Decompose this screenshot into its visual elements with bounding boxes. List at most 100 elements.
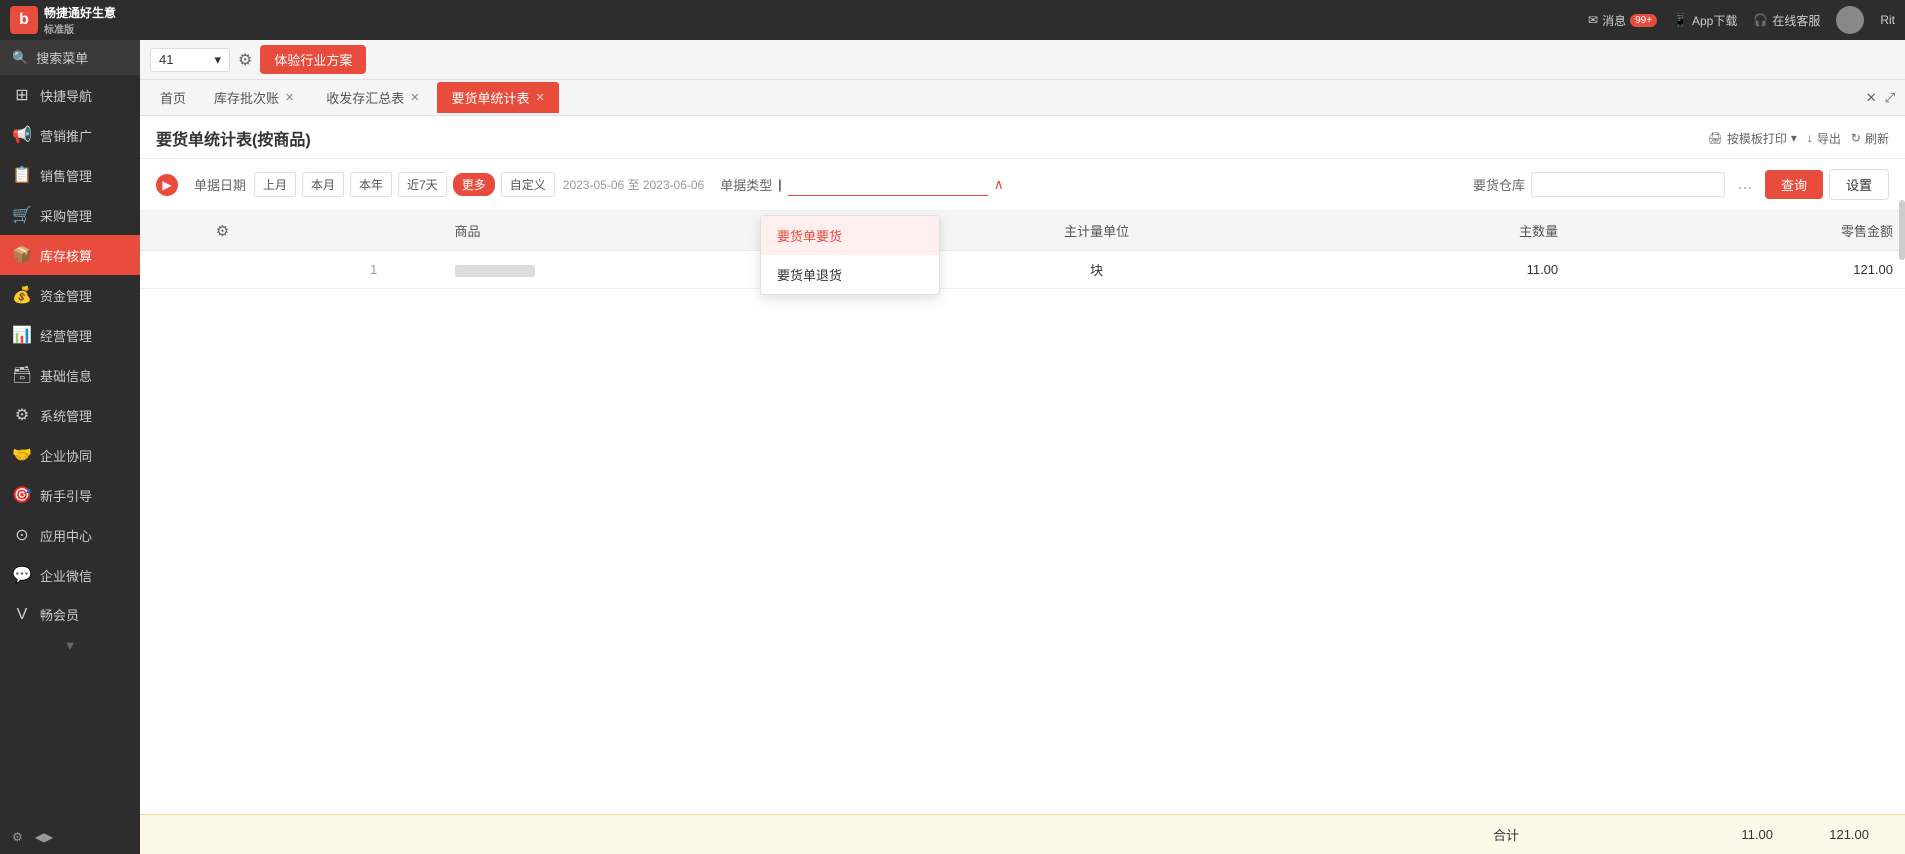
- sidebar-item-marketing[interactable]: 📢 营销推广: [0, 115, 140, 155]
- search-menu-label: 搜索菜单: [36, 48, 88, 67]
- sidebar-item-label: 经营管理: [40, 326, 92, 345]
- warehouse-filter-group: 要货仓库 … 查询 设置: [1473, 169, 1889, 200]
- table-settings-header[interactable]: ⚙: [140, 211, 305, 251]
- toolbar-row: 41 ▾ ⚙ 体验行业方案: [140, 40, 1905, 80]
- footer-label: 合计: [1433, 825, 1613, 844]
- operations-icon: 📊: [12, 325, 32, 345]
- sidebar-item-operations[interactable]: 📊 经营管理: [0, 315, 140, 355]
- custom-date-button[interactable]: 自定义: [501, 172, 555, 197]
- sidebar: 🔍 搜索菜单 ⊞ 快捷导航 📢 营销推广 📋 销售管理 🛒 采购管理 📦 库存核…: [0, 40, 140, 854]
- sidebar-item-inventory[interactable]: 📦 库存核算: [0, 235, 140, 275]
- curr-month-button[interactable]: 本月: [302, 172, 344, 197]
- product-placeholder: [455, 265, 535, 277]
- sidebar-item-enterprise[interactable]: 🤝 企业协同: [0, 435, 140, 475]
- doc-type-input[interactable]: [788, 174, 988, 196]
- settings-button[interactable]: 设置: [1829, 169, 1889, 200]
- date-filter-group: 单据日期 上月 本月 本年 近7天 更多 自定义 2023-05-06 至 20…: [194, 172, 704, 197]
- doc-type-chevron-icon[interactable]: ∧: [994, 176, 1004, 193]
- purchase-icon: 🛒: [12, 205, 32, 225]
- sidebar-item-label: 采购管理: [40, 206, 92, 225]
- sidebar-item-app-center[interactable]: ⊙ 应用中心: [0, 515, 140, 555]
- sidebar-item-label: 应用中心: [40, 526, 92, 545]
- row-settings-icon: [140, 251, 305, 289]
- prev-month-button[interactable]: 上月: [254, 172, 296, 197]
- doc-type-filter-group: 单据类型 | ∧: [720, 174, 1004, 196]
- year-button[interactable]: 本年: [350, 172, 392, 197]
- tab-receive-summary[interactable]: 收发存汇总表 ✕: [312, 82, 433, 113]
- tab-close-order-summary[interactable]: ✕: [536, 91, 545, 104]
- sidebar-item-label: 快捷导航: [40, 86, 92, 105]
- print-icon: 🖨: [1708, 131, 1723, 145]
- logo-icon: b: [10, 6, 38, 34]
- row-num: 1: [305, 251, 443, 289]
- sidebar-scroll-down[interactable]: ▼: [0, 634, 140, 657]
- online-service-button[interactable]: 🎧 在线客服: [1753, 12, 1820, 29]
- sidebar-item-guide[interactable]: 🎯 新手引导: [0, 475, 140, 515]
- sidebar-item-sales[interactable]: 📋 销售管理: [0, 155, 140, 195]
- more-filter-icon[interactable]: …: [1731, 174, 1759, 196]
- sidebar-item-quick-nav[interactable]: ⊞ 快捷导航: [0, 75, 140, 115]
- sidebar-item-label: 新手引导: [40, 486, 92, 505]
- sidebar-item-label: 营销推广: [40, 126, 92, 145]
- username: Rit: [1880, 13, 1895, 27]
- settings-icon[interactable]: ⚙: [12, 830, 23, 844]
- messages-button[interactable]: ✉ 消息 99+: [1588, 12, 1657, 29]
- tabs-close-all-icon[interactable]: ✕: [1866, 90, 1877, 106]
- tab-order-summary[interactable]: 要货单统计表 ✕: [437, 82, 558, 113]
- tab-inventory-batch[interactable]: 库存批次账 ✕: [200, 82, 308, 113]
- sidebar-item-label: 畅会员: [40, 605, 79, 624]
- query-button[interactable]: 查询: [1765, 170, 1823, 199]
- app-center-icon: ⊙: [12, 525, 32, 545]
- print-template-button[interactable]: 🖨 按模板打印 ▾: [1708, 130, 1797, 147]
- avatar[interactable]: [1836, 6, 1864, 34]
- page-header: 要货单统计表(按商品) 🖨 按模板打印 ▾ ↓ 导出 ↻ 刷新: [140, 116, 1905, 159]
- footer-quantity: 11.00: [1613, 827, 1813, 842]
- table-container: ⚙ 商品 主计量单位 主数量 零售金额 1: [140, 211, 1905, 814]
- export-icon: ↓: [1807, 131, 1813, 145]
- row-amount: 121.00: [1570, 251, 1905, 289]
- dropdown-option-order-ret[interactable]: 要货单退货: [761, 255, 939, 294]
- promote-button[interactable]: 体验行业方案: [260, 45, 366, 74]
- search-menu-button[interactable]: 🔍 搜索菜单: [0, 40, 140, 75]
- dropdown-option-order-req[interactable]: 要货单要货: [761, 216, 939, 255]
- 7days-button[interactable]: 近7天: [398, 172, 447, 197]
- sidebar-item-system[interactable]: ⚙ 系统管理: [0, 395, 140, 435]
- sidebar-footer: ⚙ ◀▶: [0, 820, 140, 854]
- app-download-button[interactable]: 📱 App下载: [1673, 12, 1737, 29]
- sidebar-item-finance[interactable]: 💰 资金管理: [0, 275, 140, 315]
- tabs-expand-icon[interactable]: ⤢: [1885, 90, 1895, 106]
- guide-icon: 🎯: [12, 485, 32, 505]
- tab-home[interactable]: 首页: [150, 82, 196, 113]
- filter-bar: ▶ 单据日期 上月 本月 本年 近7天 更多 自定义 2023-05-06 至 …: [140, 159, 1905, 211]
- table-quantity-header: 主数量: [1293, 211, 1571, 251]
- warehouse-input[interactable]: [1531, 172, 1725, 197]
- sidebar-item-label: 系统管理: [40, 406, 92, 425]
- refresh-button[interactable]: ↻ 刷新: [1851, 130, 1889, 147]
- quick-nav-icon: ⊞: [12, 85, 32, 105]
- sidebar-item-label: 资金管理: [40, 286, 92, 305]
- toolbar-number[interactable]: 41 ▾: [150, 48, 230, 72]
- toolbar-gear-icon[interactable]: ⚙: [238, 50, 252, 70]
- sidebar-item-enterprise-wechat[interactable]: 💬 企业微信: [0, 555, 140, 595]
- filter-expand-button[interactable]: ▶: [156, 174, 178, 196]
- collapse-icon[interactable]: ◀▶: [35, 830, 53, 844]
- more-date-button[interactable]: 更多: [453, 173, 495, 196]
- table-row: 1 块 11.00 121.00: [140, 251, 1905, 289]
- table-num-header: [305, 211, 443, 251]
- tab-close-receive-summary[interactable]: ✕: [410, 91, 419, 104]
- sidebar-item-purchase[interactable]: 🛒 采购管理: [0, 195, 140, 235]
- page-title: 要货单统计表(按商品): [156, 126, 311, 150]
- service-icon: 🎧: [1753, 13, 1768, 27]
- content-area: 41 ▾ ⚙ 体验行业方案 首页 库存批次账 ✕ 收发存汇总表 ✕ 要货单统计表…: [140, 40, 1905, 854]
- app-name: 畅捷通好生意: [44, 4, 116, 21]
- dropdown-arrow-icon: ▾: [214, 52, 221, 68]
- download-icon: 📱: [1673, 13, 1688, 27]
- print-dropdown-icon: ▾: [1791, 131, 1797, 145]
- sidebar-item-vip[interactable]: V 畅会员: [0, 595, 140, 634]
- export-button[interactable]: ↓ 导出: [1807, 130, 1841, 147]
- sidebar-item-label: 企业协同: [40, 446, 92, 465]
- resize-handle[interactable]: [1899, 200, 1905, 260]
- doc-type-dropdown: 要货单要货 要货单退货: [760, 215, 940, 295]
- tab-close-inventory-batch[interactable]: ✕: [285, 91, 294, 104]
- sidebar-item-basic-info[interactable]: 🗃 基础信息: [0, 355, 140, 395]
